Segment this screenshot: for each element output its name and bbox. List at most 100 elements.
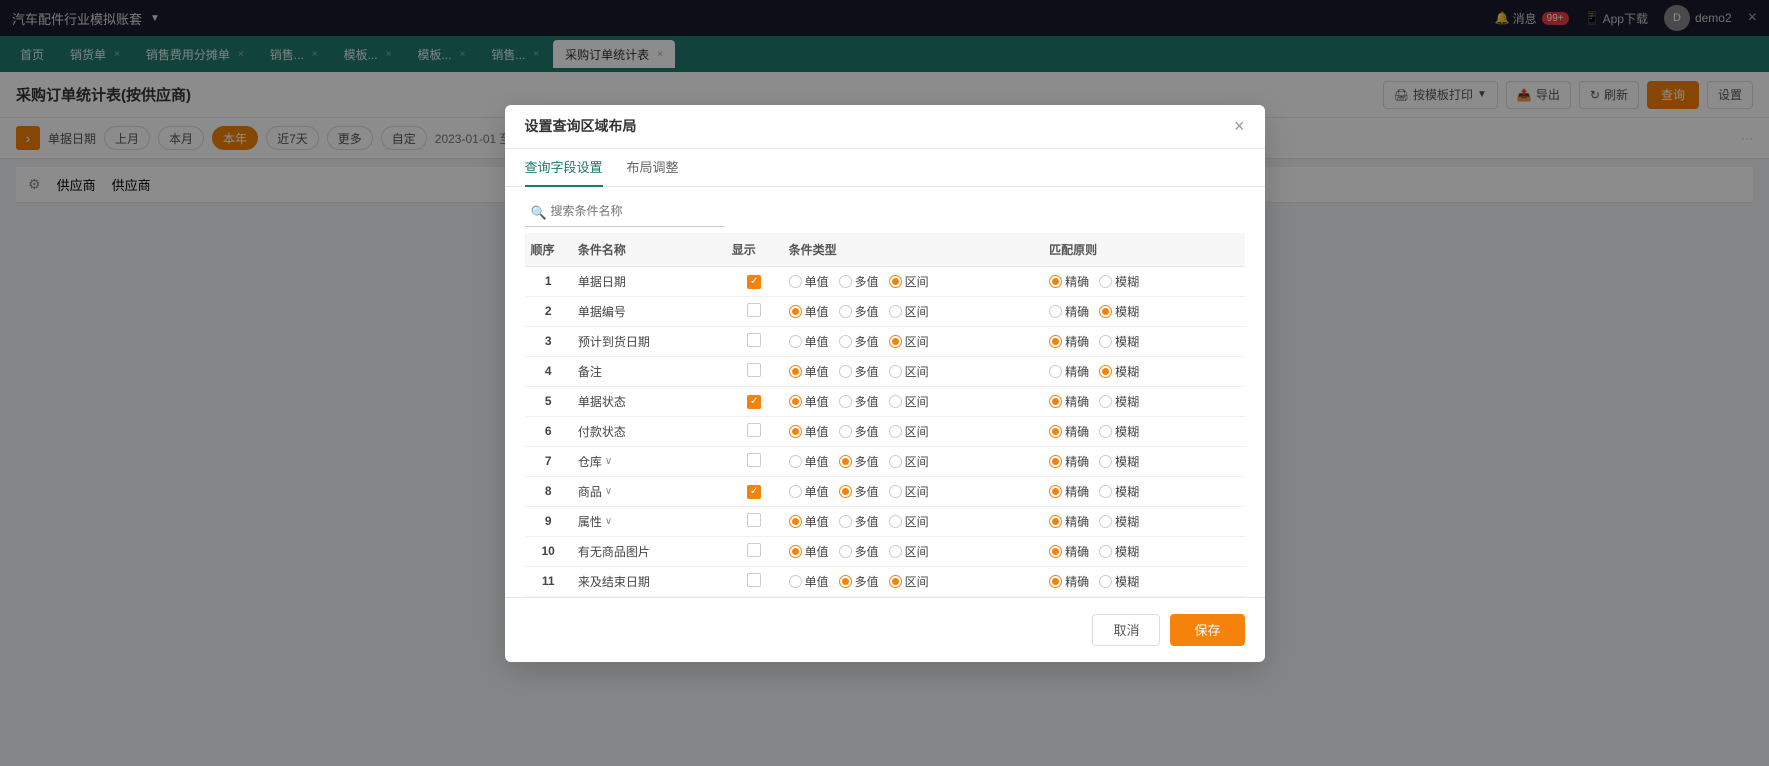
type-radio-multi[interactable]: 多值 bbox=[839, 363, 879, 380]
match-radio-group: 精确模糊 bbox=[1049, 363, 1238, 380]
dialog-close-button[interactable]: × bbox=[1234, 116, 1245, 137]
show-checkbox[interactable] bbox=[747, 333, 761, 347]
match-radio-group: 精确模糊 bbox=[1049, 573, 1238, 590]
type-radio-range[interactable]: 区间 bbox=[889, 453, 929, 470]
show-checkbox[interactable] bbox=[747, 513, 761, 527]
match-radio-exact[interactable]: 精确 bbox=[1049, 333, 1089, 350]
show-checkbox[interactable] bbox=[747, 453, 761, 467]
type-radio-range[interactable]: 区间 bbox=[889, 273, 929, 290]
type-radio-multi[interactable]: 多值 bbox=[839, 573, 879, 590]
match-radio-exact[interactable]: 精确 bbox=[1049, 363, 1089, 380]
match-radio-fuzzy-circle bbox=[1099, 365, 1112, 378]
type-radio-range[interactable]: 区间 bbox=[889, 333, 929, 350]
match-radio-fuzzy[interactable]: 模糊 bbox=[1099, 273, 1139, 290]
save-button[interactable]: 保存 bbox=[1170, 614, 1244, 646]
type-radio-single[interactable]: 单值 bbox=[789, 273, 829, 290]
type-radio-range-label: 区间 bbox=[905, 273, 929, 290]
type-radio-multi[interactable]: 多值 bbox=[839, 453, 879, 470]
row-show-cell[interactable] bbox=[726, 506, 783, 536]
type-radio-multi-label: 多值 bbox=[855, 303, 879, 320]
dialog-tab-layout[interactable]: 布局调整 bbox=[627, 149, 679, 187]
show-checkbox[interactable] bbox=[747, 303, 761, 317]
type-radio-range[interactable]: 区间 bbox=[889, 423, 929, 440]
match-radio-fuzzy[interactable]: 模糊 bbox=[1099, 543, 1139, 560]
type-radio-single[interactable]: 单值 bbox=[789, 453, 829, 470]
match-radio-exact[interactable]: 精确 bbox=[1049, 573, 1089, 590]
type-radio-multi[interactable]: 多值 bbox=[839, 273, 879, 290]
type-radio-group: 单值多值区间 bbox=[789, 453, 1038, 470]
match-radio-fuzzy[interactable]: 模糊 bbox=[1099, 393, 1139, 410]
row-show-cell[interactable] bbox=[726, 386, 783, 416]
match-radio-fuzzy[interactable]: 模糊 bbox=[1099, 303, 1139, 320]
show-checkbox[interactable] bbox=[747, 543, 761, 557]
show-checkbox[interactable] bbox=[747, 363, 761, 377]
row-show-cell[interactable] bbox=[726, 566, 783, 596]
show-checkbox[interactable] bbox=[747, 395, 761, 409]
show-checkbox[interactable] bbox=[747, 573, 761, 587]
type-radio-single[interactable]: 单值 bbox=[789, 333, 829, 350]
search-input[interactable] bbox=[525, 197, 725, 227]
row-type-cell: 单值多值区间 bbox=[783, 446, 1044, 476]
match-radio-fuzzy[interactable]: 模糊 bbox=[1099, 333, 1139, 350]
type-radio-single[interactable]: 单值 bbox=[789, 303, 829, 320]
match-radio-fuzzy[interactable]: 模糊 bbox=[1099, 453, 1139, 470]
type-radio-range[interactable]: 区间 bbox=[889, 483, 929, 500]
type-radio-single[interactable]: 单值 bbox=[789, 573, 829, 590]
row-show-cell[interactable] bbox=[726, 326, 783, 356]
match-radio-exact[interactable]: 精确 bbox=[1049, 423, 1089, 440]
match-radio-exact[interactable]: 精确 bbox=[1049, 393, 1089, 410]
type-radio-range[interactable]: 区间 bbox=[889, 543, 929, 560]
type-radio-single-label: 单值 bbox=[805, 423, 829, 440]
type-radio-single[interactable]: 单值 bbox=[789, 423, 829, 440]
row-show-cell[interactable] bbox=[726, 266, 783, 296]
row-show-cell[interactable] bbox=[726, 296, 783, 326]
type-radio-range[interactable]: 区间 bbox=[889, 393, 929, 410]
table-row: 7仓库 ∨单值多值区间精确模糊 bbox=[525, 446, 1245, 476]
match-radio-exact[interactable]: 精确 bbox=[1049, 453, 1089, 470]
match-radio-exact[interactable]: 精确 bbox=[1049, 513, 1089, 530]
row-name: 单据日期 bbox=[572, 266, 726, 296]
type-radio-single[interactable]: 单值 bbox=[789, 483, 829, 500]
type-radio-multi[interactable]: 多值 bbox=[839, 303, 879, 320]
match-radio-fuzzy[interactable]: 模糊 bbox=[1099, 513, 1139, 530]
cancel-button[interactable]: 取消 bbox=[1092, 614, 1160, 646]
type-radio-single[interactable]: 单值 bbox=[789, 543, 829, 560]
show-checkbox[interactable] bbox=[747, 275, 761, 289]
match-radio-fuzzy[interactable]: 模糊 bbox=[1099, 363, 1139, 380]
row-show-cell[interactable] bbox=[726, 356, 783, 386]
row-show-cell[interactable] bbox=[726, 446, 783, 476]
match-radio-exact-label: 精确 bbox=[1065, 393, 1089, 410]
type-radio-single[interactable]: 单值 bbox=[789, 513, 829, 530]
match-radio-fuzzy[interactable]: 模糊 bbox=[1099, 573, 1139, 590]
type-radio-single[interactable]: 单值 bbox=[789, 363, 829, 380]
type-radio-multi[interactable]: 多值 bbox=[839, 513, 879, 530]
match-radio-fuzzy[interactable]: 模糊 bbox=[1099, 483, 1139, 500]
match-radio-exact[interactable]: 精确 bbox=[1049, 483, 1089, 500]
show-checkbox[interactable] bbox=[747, 423, 761, 437]
row-name: 有无商品图片 bbox=[572, 536, 726, 566]
type-radio-multi[interactable]: 多值 bbox=[839, 423, 879, 440]
match-radio-exact[interactable]: 精确 bbox=[1049, 273, 1089, 290]
match-radio-exact[interactable]: 精确 bbox=[1049, 543, 1089, 560]
show-checkbox[interactable] bbox=[747, 485, 761, 499]
row-show-cell[interactable] bbox=[726, 536, 783, 566]
type-radio-multi[interactable]: 多值 bbox=[839, 333, 879, 350]
type-radio-range[interactable]: 区间 bbox=[889, 573, 929, 590]
type-radio-range[interactable]: 区间 bbox=[889, 513, 929, 530]
row-show-cell[interactable] bbox=[726, 416, 783, 446]
match-radio-exact-label: 精确 bbox=[1065, 273, 1089, 290]
dialog-tab-query-fields[interactable]: 查询字段设置 bbox=[525, 149, 603, 187]
type-radio-multi[interactable]: 多值 bbox=[839, 393, 879, 410]
row-show-cell[interactable] bbox=[726, 476, 783, 506]
type-radio-multi[interactable]: 多值 bbox=[839, 483, 879, 500]
type-radio-range[interactable]: 区间 bbox=[889, 363, 929, 380]
type-radio-range-label: 区间 bbox=[905, 423, 929, 440]
table-row: 5单据状态单值多值区间精确模糊 bbox=[525, 386, 1245, 416]
match-radio-exact[interactable]: 精确 bbox=[1049, 303, 1089, 320]
type-radio-multi[interactable]: 多值 bbox=[839, 543, 879, 560]
condition-table: 顺序 条件名称 显示 条件类型 匹配原则 1单据日期单值多值区间精确模糊2单据编… bbox=[505, 233, 1265, 597]
row-match-cell: 精确模糊 bbox=[1043, 296, 1244, 326]
match-radio-fuzzy[interactable]: 模糊 bbox=[1099, 423, 1139, 440]
type-radio-single[interactable]: 单值 bbox=[789, 393, 829, 410]
type-radio-range[interactable]: 区间 bbox=[889, 303, 929, 320]
